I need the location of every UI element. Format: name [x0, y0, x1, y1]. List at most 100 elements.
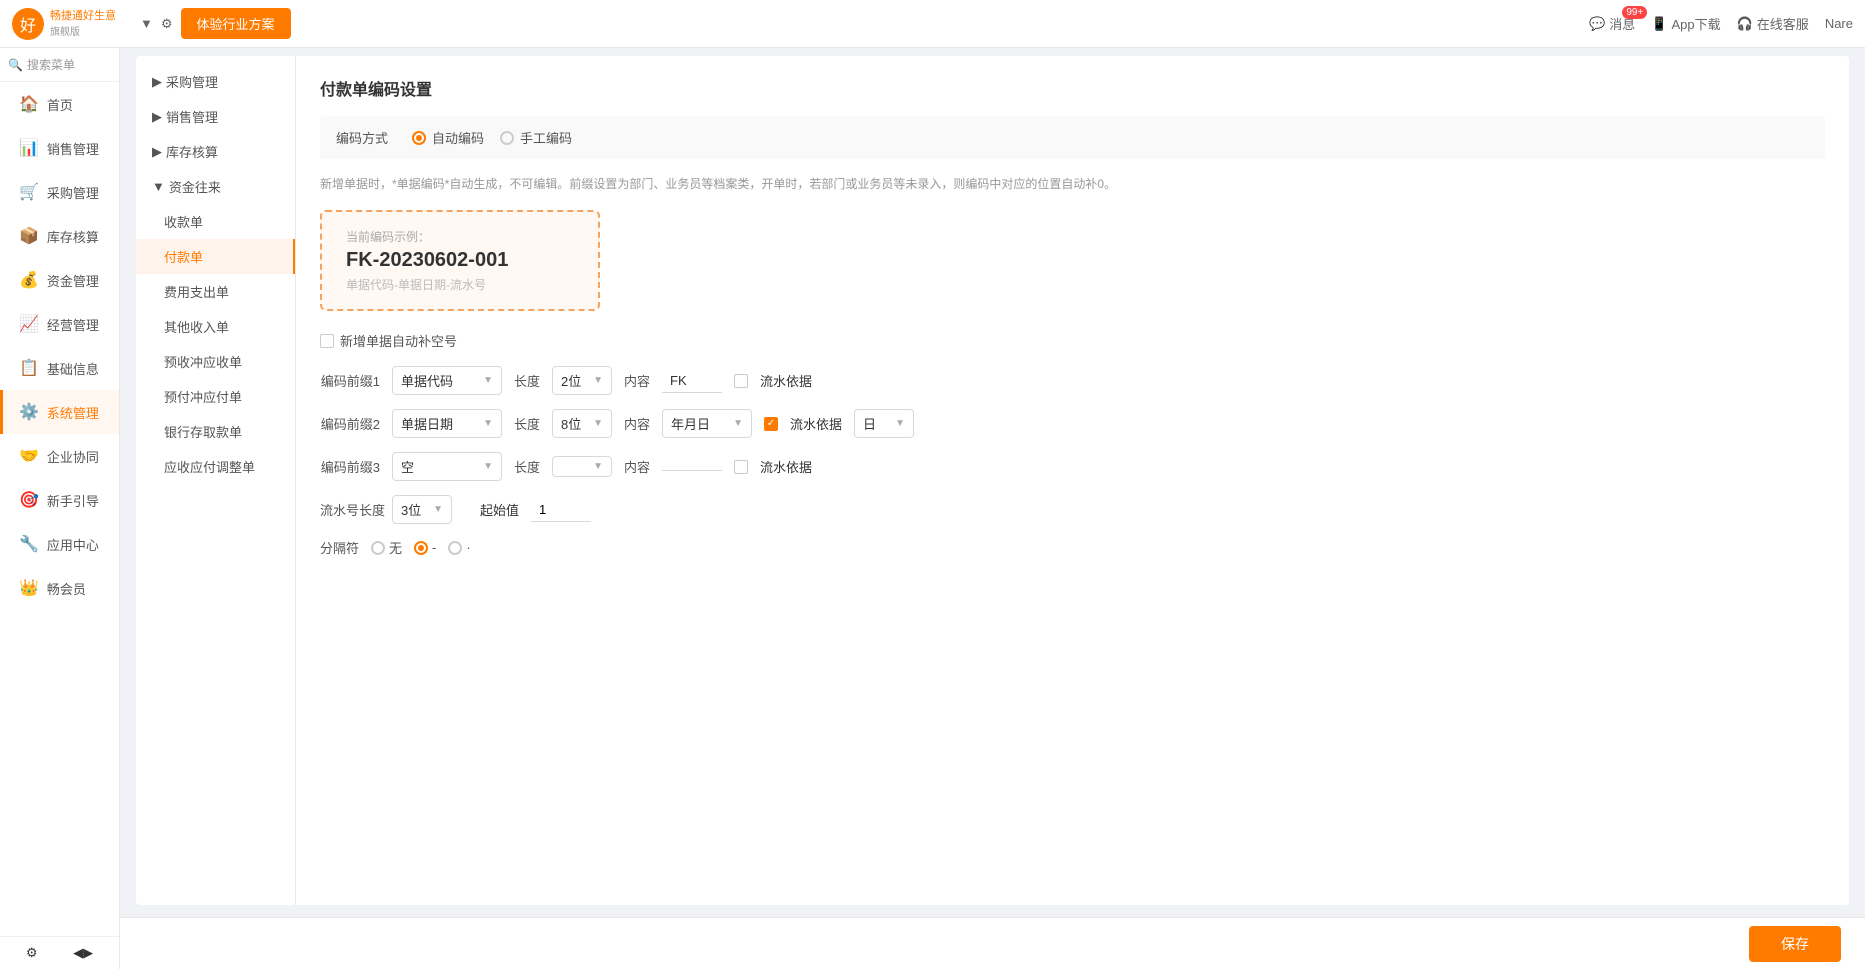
content2-select[interactable]: 年月日 ▼	[662, 409, 752, 438]
code-preview-box: 当前编码示例： FK-20230602-001 单据代码-单据日期-流水号	[320, 210, 600, 311]
sidebar-item-apps[interactable]: 🔧 应用中心	[0, 522, 119, 566]
sep-dash-option[interactable]: -	[414, 540, 436, 555]
sep-dot-radio	[448, 541, 462, 555]
sub-nav-item-payment[interactable]: 付款单	[136, 239, 295, 274]
sep-dot-option[interactable]: ·	[448, 540, 470, 555]
stream2-checkbox[interactable]: ✓	[764, 417, 778, 431]
prefix-row-1: 编码前缀1 单据代码 ▼ 长度 2位 ▼ 内容 FK 流水依据	[320, 366, 1825, 395]
logo-area: 好 畅捷通好生意 旗舰版	[12, 8, 132, 40]
sidebar-item-label: 新手引导	[47, 491, 99, 510]
stream1-checkbox[interactable]	[734, 374, 748, 388]
length2-select[interactable]: 8位 ▼	[552, 409, 612, 438]
page-content: ▶ 采购管理 ▶ 销售管理 ▶ 库存核算 ▼ 资金往来 收款单 付款单 费用支出…	[120, 40, 1865, 921]
sub-nav-item-expense[interactable]: 费用支出单	[136, 274, 295, 309]
sidebar-item-label: 经营管理	[47, 315, 99, 334]
chevron-down-icon: ▼	[593, 418, 603, 429]
sub-nav-item-payable-adjust[interactable]: 应收应付调整单	[136, 449, 295, 484]
settings-bottom-icon[interactable]: ⚙	[26, 945, 38, 961]
sidebar-item-sales[interactable]: 📊 销售管理	[0, 126, 119, 170]
sidebar-item-finance[interactable]: 💰 资金管理	[0, 258, 119, 302]
user-menu[interactable]: Nare	[1825, 16, 1853, 31]
start-value-label: 起始值	[480, 500, 519, 519]
serial-length-select[interactable]: 3位 ▼	[392, 495, 452, 524]
sep-none-radio	[371, 541, 385, 555]
sidebar-item-label: 企业协同	[47, 447, 99, 466]
sidebar-item-coop[interactable]: 🤝 企业协同	[0, 434, 119, 478]
app-download-btn[interactable]: 📱 App下载	[1651, 14, 1720, 33]
sidebar-item-base[interactable]: 📋 基础信息	[0, 346, 119, 390]
inner-layout: ▶ 采购管理 ▶ 销售管理 ▶ 库存核算 ▼ 资金往来 收款单 付款单 费用支出…	[136, 56, 1849, 905]
prefix1-label: 编码前缀1	[320, 371, 380, 390]
ops-icon: 📈	[19, 314, 39, 334]
service-icon: 🎧	[1737, 16, 1753, 32]
stream3-checkbox[interactable]	[734, 460, 748, 474]
nav-dropdown[interactable]: ▼	[140, 16, 153, 31]
sidebar-item-ops[interactable]: 📈 经营管理	[0, 302, 119, 346]
sub-nav-item-receipt[interactable]: 收款单	[136, 204, 295, 239]
sidebar-item-label: 库存核算	[47, 227, 99, 246]
prefix2-value: 单据日期	[401, 414, 453, 433]
encoding-label: 编码方式	[336, 128, 388, 147]
serial-length-label: 流水号长度	[320, 500, 380, 519]
logo-text: 畅捷通好生意 旗舰版	[50, 9, 116, 38]
auto-fill-checkbox[interactable]	[320, 334, 334, 348]
sub-nav-item-bank-deposit[interactable]: 银行存取款单	[136, 414, 295, 449]
radio-manual[interactable]: 手工编码	[500, 128, 572, 147]
stream2-unit-select[interactable]: 日 ▼	[854, 409, 914, 438]
sep-none-option[interactable]: 无	[371, 538, 402, 557]
base-icon: 📋	[19, 358, 39, 378]
sidebar-item-label: 首页	[47, 95, 73, 114]
prefix3-select[interactable]: 空 ▼	[392, 452, 502, 481]
sub-nav-group-capital[interactable]: ▼ 资金往来	[136, 169, 295, 204]
logo-icon: 好	[12, 8, 44, 40]
online-service-btn[interactable]: 🎧 在线客服	[1737, 14, 1809, 33]
radio-auto[interactable]: 自动编码	[412, 128, 484, 147]
length3-label: 长度	[514, 457, 540, 476]
settings-icon-btn[interactable]: ⚙	[161, 16, 173, 32]
chevron-right-icon: ▶	[152, 109, 162, 125]
sub-nav-group-purchase[interactable]: ▶ 采购管理	[136, 64, 295, 99]
collapse-icon[interactable]: ◀▶	[73, 945, 93, 961]
start-value-input[interactable]	[531, 498, 591, 522]
sidebar-item-home[interactable]: 🏠 首页	[0, 82, 119, 126]
chevron-down-icon: ▼	[593, 375, 603, 386]
guide-icon: 🎯	[19, 490, 39, 510]
sidebar-item-label: 应用中心	[47, 535, 99, 554]
length1-select[interactable]: 2位 ▼	[552, 366, 612, 395]
sub-nav-group-inventory[interactable]: ▶ 库存核算	[136, 134, 295, 169]
top-bar: 好 畅捷通好生意 旗舰版 ▼ ⚙ 体验行业方案 💬 消息 99+ 📱 App下载	[0, 0, 1865, 48]
sidebar-item-system[interactable]: ⚙️ 系统管理	[0, 390, 119, 434]
radio-auto-circle	[412, 131, 426, 145]
serial-row: 流水号长度 3位 ▼ 起始值	[320, 495, 1825, 524]
chevron-right-icon: ▶	[152, 144, 162, 160]
sidebar: 🔍 搜索菜单 🏠 首页 📊 销售管理 🛒 采购管理 📦 库存核算 💰 资金管理 …	[0, 48, 120, 969]
panel-title: 付款单编码设置	[320, 76, 1825, 100]
sub-nav: ▶ 采购管理 ▶ 销售管理 ▶ 库存核算 ▼ 资金往来 收款单 付款单 费用支出…	[136, 56, 296, 905]
prefix3-label: 编码前缀3	[320, 457, 380, 476]
sub-nav-item-prepay-receipt[interactable]: 预收冲应收单	[136, 344, 295, 379]
sidebar-item-member[interactable]: 👑 畅会员	[0, 566, 119, 610]
prefix1-select[interactable]: 单据代码 ▼	[392, 366, 502, 395]
content1-value: FK	[662, 369, 722, 393]
serial-length-value: 3位	[401, 500, 421, 519]
top-bar-left: 好 畅捷通好生意 旗舰版 ▼ ⚙ 体验行业方案	[12, 8, 291, 40]
main-panel: 付款单编码设置 编码方式 自动编码 手工编码	[296, 56, 1849, 905]
save-button[interactable]: 保存	[1749, 926, 1841, 962]
prefix2-select[interactable]: 单据日期 ▼	[392, 409, 502, 438]
code-preview-value: FK-20230602-001	[346, 249, 574, 272]
sep-dash-radio	[414, 541, 428, 555]
sub-nav-item-other-income[interactable]: 其他收入单	[136, 309, 295, 344]
trial-btn[interactable]: 体验行业方案	[181, 8, 291, 39]
prefix2-label: 编码前缀2	[320, 414, 380, 433]
auto-fill-checkbox-row[interactable]: 新增单据自动补空号	[320, 331, 1825, 350]
sub-nav-group-sales[interactable]: ▶ 销售管理	[136, 99, 295, 134]
sidebar-item-purchase[interactable]: 🛒 采购管理	[0, 170, 119, 214]
length3-select[interactable]: ▼	[552, 456, 612, 477]
message-btn[interactable]: 💬 消息 99+	[1589, 14, 1635, 33]
content3-label: 内容	[624, 457, 650, 476]
sidebar-item-guide[interactable]: 🎯 新手引导	[0, 478, 119, 522]
sidebar-search[interactable]: 🔍 搜索菜单	[0, 48, 119, 82]
message-icon: 💬	[1589, 16, 1605, 32]
sub-nav-item-prepay-payment[interactable]: 预付冲应付单	[136, 379, 295, 414]
sidebar-item-inventory[interactable]: 📦 库存核算	[0, 214, 119, 258]
